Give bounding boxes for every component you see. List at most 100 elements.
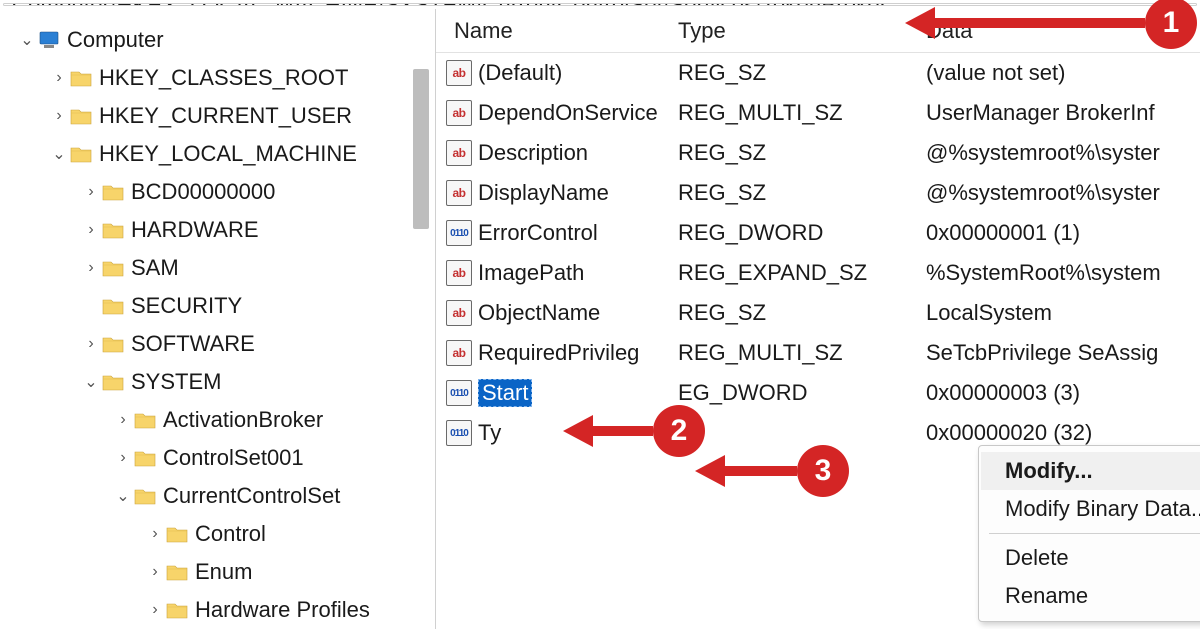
context-menu-modify[interactable]: Modify... <box>981 452 1200 490</box>
chevron-right-icon[interactable]: › <box>146 601 164 619</box>
value-row[interactable]: abDescriptionREG_SZ@%systemroot%\syster <box>436 133 1200 173</box>
chevron-down-icon[interactable]: ⌄ <box>50 144 68 164</box>
value-row[interactable]: 0110StartEG_DWORD0x00000003 (3) <box>436 373 1200 413</box>
value-data: LocalSystem <box>926 300 1200 326</box>
chevron-right-icon[interactable]: › <box>50 107 68 125</box>
context-menu-delete[interactable]: Delete <box>981 539 1200 577</box>
value-name: ImagePath <box>478 260 584 286</box>
tree-item-label: HKEY_LOCAL_MACHINE <box>99 141 357 167</box>
value-type: REG_SZ <box>678 180 926 206</box>
value-data: @%systemroot%\syster <box>926 140 1200 166</box>
chevron-right-icon[interactable]: › <box>146 525 164 543</box>
chevron-right-icon[interactable]: › <box>146 563 164 581</box>
tree-item-label: BCD00000000 <box>131 179 275 205</box>
chevron-right-icon[interactable]: › <box>82 259 100 277</box>
tree-item[interactable]: › SAM <box>0 249 435 287</box>
chevron-right-icon[interactable]: › <box>50 69 68 87</box>
chevron-right-icon[interactable]: › <box>82 183 100 201</box>
value-data: UserManager BrokerInf <box>926 100 1200 126</box>
tree-item-label: SECURITY <box>131 293 242 319</box>
value-row[interactable]: abImagePathREG_EXPAND_SZ%SystemRoot%\sys… <box>436 253 1200 293</box>
tree-item-label: HARDWARE <box>131 217 259 243</box>
tree-item[interactable]: › HKEY_CURRENT_USER <box>0 97 435 135</box>
annotation-1-bubble: 1 <box>1145 0 1197 49</box>
dword-value-icon: 0110 <box>446 220 472 246</box>
value-row[interactable]: ab(Default)REG_SZ(value not set) <box>436 53 1200 93</box>
value-name: Start <box>478 379 532 407</box>
context-menu-rename[interactable]: Rename <box>981 577 1200 615</box>
value-data: @%systemroot%\syster <box>926 180 1200 206</box>
value-name: Ty <box>478 420 501 446</box>
tree-item[interactable]: › ActivationBroker <box>0 401 435 439</box>
value-type: REG_MULTI_SZ <box>678 340 926 366</box>
chevron-down-icon[interactable]: ⌄ <box>18 30 36 50</box>
folder-icon <box>166 563 188 581</box>
value-row[interactable]: 0110ErrorControlREG_DWORD0x00000001 (1) <box>436 213 1200 253</box>
value-row[interactable]: abDisplayNameREG_SZ@%systemroot%\syster <box>436 173 1200 213</box>
tree-item[interactable]: SECURITY <box>0 287 435 325</box>
folder-icon <box>102 373 124 391</box>
dword-value-icon: 0110 <box>446 380 472 406</box>
folder-icon <box>102 259 124 277</box>
tree-item[interactable]: ⌄ SYSTEM <box>0 363 435 401</box>
values-list[interactable]: Name Type Data ab(Default)REG_SZ(value n… <box>436 9 1200 629</box>
value-row[interactable]: abDependOnServiceREG_MULTI_SZUserManager… <box>436 93 1200 133</box>
tree-item[interactable]: ⌄ CurrentControlSet <box>0 477 435 515</box>
value-data: %SystemRoot%\system <box>926 260 1200 286</box>
tree-item-label: CurrentControlSet <box>163 483 340 509</box>
tree-item[interactable]: ⌄Computer <box>0 21 435 59</box>
value-type: EG_DWORD <box>678 380 926 406</box>
tree-item-label: SAM <box>131 255 179 281</box>
tree-item[interactable]: › Enum <box>0 553 435 591</box>
tree-item[interactable]: › BCD00000000 <box>0 173 435 211</box>
tree-item[interactable]: › HKEY_CLASSES_ROOT <box>0 59 435 97</box>
value-type: REG_DWORD <box>678 220 926 246</box>
folder-icon <box>102 297 124 315</box>
value-name: DependOnService <box>478 100 658 126</box>
column-header-name[interactable]: Name <box>436 18 678 44</box>
value-data: (value not set) <box>926 60 1200 86</box>
tree-item[interactable]: ⌄ HKEY_LOCAL_MACHINE <box>0 135 435 173</box>
tree-item-label: SYSTEM <box>131 369 221 395</box>
value-type: REG_SZ <box>678 140 926 166</box>
value-type: REG_EXPAND_SZ <box>678 260 926 286</box>
folder-icon <box>70 107 92 125</box>
value-row[interactable]: abRequiredPrivilegREG_MULTI_SZSeTcbPrivi… <box>436 333 1200 373</box>
tree-item-label: HKEY_CLASSES_ROOT <box>99 65 348 91</box>
folder-icon <box>166 601 188 619</box>
registry-tree[interactable]: ⌄Computer › HKEY_CLASSES_ROOT › HKEY_CURRENT… <box>0 9 436 629</box>
tree-scrollbar-thumb[interactable] <box>413 69 429 229</box>
folder-icon <box>102 183 124 201</box>
tree-item[interactable]: › HARDWARE <box>0 211 435 249</box>
computer-icon <box>38 31 60 49</box>
string-value-icon: ab <box>446 100 472 126</box>
string-value-icon: ab <box>446 60 472 86</box>
annotation-3: 3 <box>695 445 849 497</box>
tree-item[interactable]: ›Hardware Profiles <box>0 591 435 629</box>
tree-item[interactable]: ›ControlSet001 <box>0 439 435 477</box>
tree-item[interactable]: ›SOFTWARE <box>0 325 435 363</box>
tree-item-label: HKEY_CURRENT_USER <box>99 103 352 129</box>
context-menu-modify-binary[interactable]: Modify Binary Data... <box>981 490 1200 528</box>
value-name: ObjectName <box>478 300 600 326</box>
value-row[interactable]: abObjectNameREG_SZLocalSystem <box>436 293 1200 333</box>
tree-item-label: ActivationBroker <box>163 407 323 433</box>
folder-icon <box>70 69 92 87</box>
string-value-icon: ab <box>446 340 472 366</box>
context-menu: Modify... Modify Binary Data... Delete R… <box>978 445 1200 622</box>
tree-item-label: Enum <box>195 559 252 585</box>
context-menu-separator <box>989 533 1200 534</box>
chevron-right-icon[interactable]: › <box>114 449 132 467</box>
tree-item[interactable]: ›Control <box>0 515 435 553</box>
chevron-right-icon[interactable]: › <box>114 411 132 429</box>
chevron-down-icon[interactable]: ⌄ <box>114 486 132 506</box>
folder-icon <box>134 411 156 429</box>
column-header-type[interactable]: Type <box>678 18 926 44</box>
chevron-down-icon[interactable]: ⌄ <box>82 372 100 392</box>
folder-icon <box>102 221 124 239</box>
value-data: SeTcbPrivilege SeAssig <box>926 340 1200 366</box>
folder-icon <box>134 487 156 505</box>
chevron-right-icon[interactable]: › <box>82 221 100 239</box>
string-value-icon: ab <box>446 180 472 206</box>
chevron-right-icon[interactable]: › <box>82 335 100 353</box>
